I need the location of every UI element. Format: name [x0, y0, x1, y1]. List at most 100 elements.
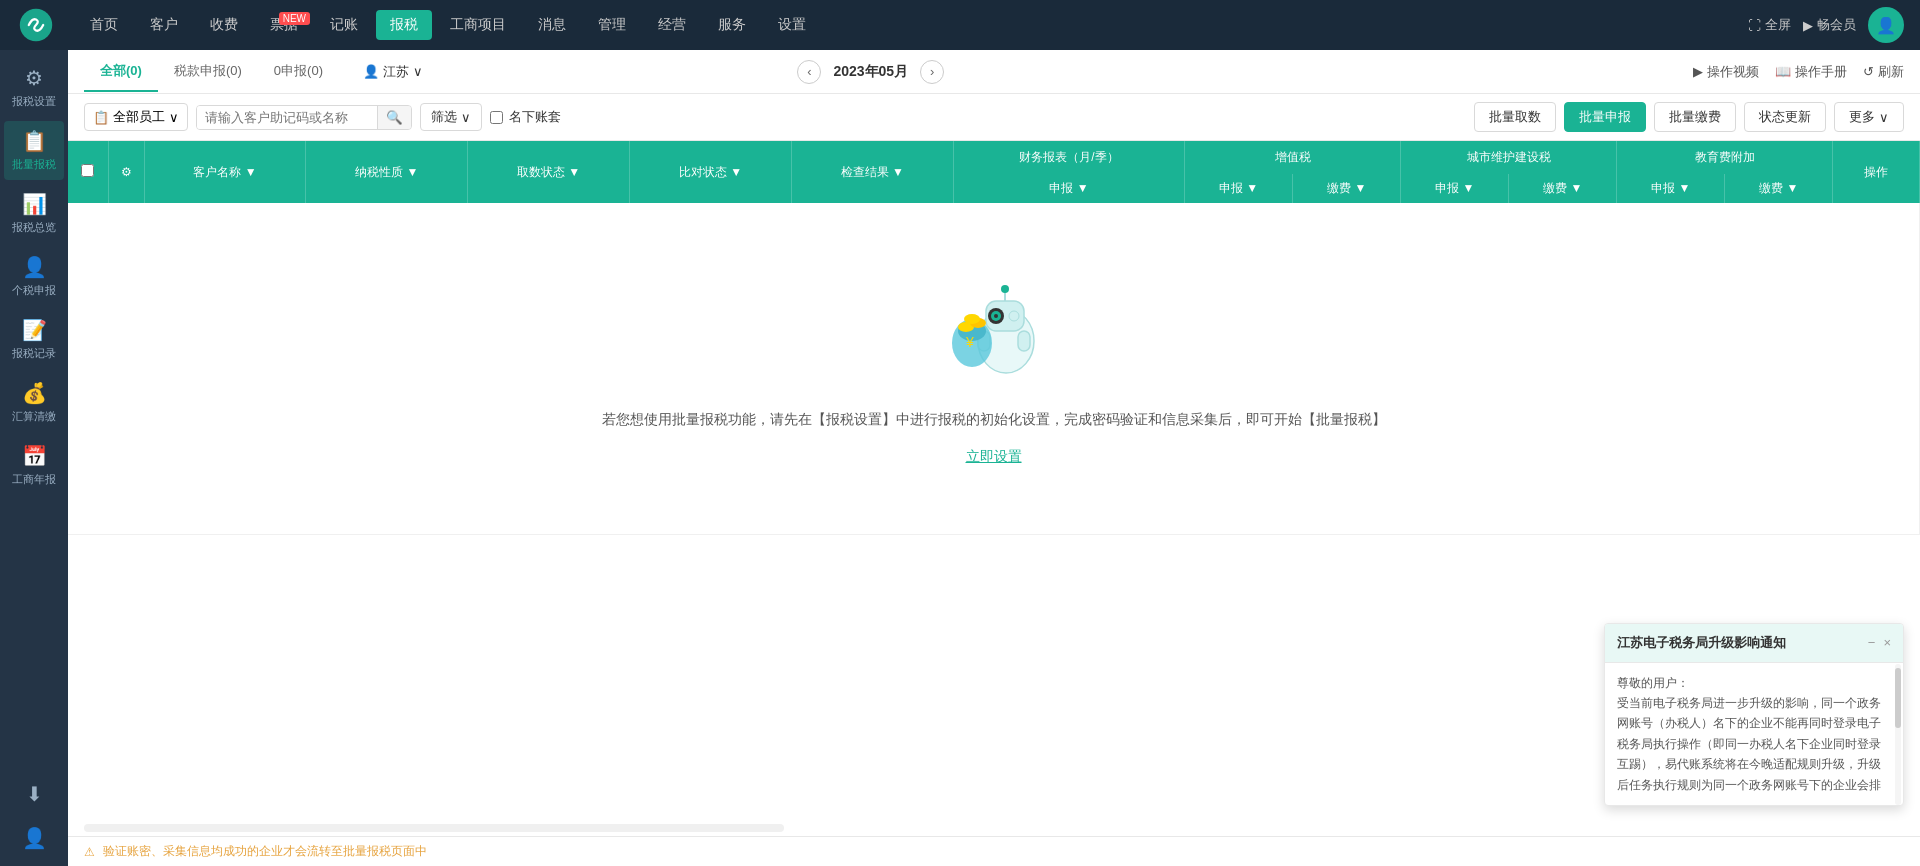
- fullscreen-btn[interactable]: ⛶ 全屏: [1748, 16, 1791, 34]
- avatar-icon: 👤: [1876, 16, 1896, 35]
- next-date-btn[interactable]: ›: [920, 60, 944, 84]
- user-avatar[interactable]: 👤: [1868, 7, 1904, 43]
- scroll-bar-area: [68, 820, 1920, 836]
- tabs-bar: 全部(0) 税款申报(0) 0申报(0) 👤 江苏 ∨ ‹ 2023年05月 ›: [68, 50, 1920, 94]
- accounts-checkbox-label[interactable]: 名下账套: [490, 108, 561, 126]
- member-icon: ▶: [1803, 18, 1813, 33]
- sidebar-item-batch-tax[interactable]: 📋 批量报税: [4, 121, 64, 180]
- sidebar-item-personal-tax-label: 个税申报: [12, 283, 56, 298]
- notification-minimize-icon[interactable]: −: [1868, 635, 1876, 650]
- settlement-icon: 💰: [22, 381, 47, 405]
- data-table: ⚙ 客户名称 ▼ 纳税性质 ▼ 取数状态 ▼ 比对状态 ▼ 检查结果 ▼ 财务报…: [68, 141, 1920, 535]
- search-box: 🔍: [196, 105, 412, 130]
- nav-customer[interactable]: 客户: [136, 10, 192, 40]
- download-icon: ⬇: [26, 782, 43, 806]
- nav-settings[interactable]: 设置: [764, 10, 820, 40]
- horizontal-scrollbar[interactable]: [84, 824, 784, 832]
- th-compare-status: 比对状态 ▼: [630, 141, 792, 203]
- nav-invoice[interactable]: 票据 NEW: [256, 10, 312, 40]
- filter-button[interactable]: 筛选 ∨: [420, 103, 482, 131]
- operation-video-btn[interactable]: ▶ 操作视频: [1693, 63, 1759, 81]
- sidebar-item-tax-settings[interactable]: ⚙ 报税设置: [4, 58, 64, 117]
- accounts-checkbox[interactable]: [490, 111, 503, 124]
- nav-business[interactable]: 工商项目: [436, 10, 520, 40]
- status-message: 验证账密、采集信息均成功的企业才会流转至批量报税页面中: [103, 843, 427, 860]
- nav-management[interactable]: 管理: [584, 10, 640, 40]
- current-date: 2023年05月: [833, 63, 908, 81]
- nav-operation[interactable]: 经营: [644, 10, 700, 40]
- batch-fetch-button[interactable]: 批量取数: [1474, 102, 1556, 132]
- top-navigation: 首页 客户 收费 票据 NEW 记账 报税 工商项目 消息 管理 经营 服务 设…: [0, 0, 1920, 50]
- notification-greeting: 尊敬的用户：: [1617, 673, 1891, 693]
- th-vat-declare: 申报 ▼: [1185, 174, 1293, 203]
- notification-close-icon[interactable]: ×: [1883, 635, 1891, 650]
- prev-date-btn[interactable]: ‹: [797, 60, 821, 84]
- nav-items: 首页 客户 收费 票据 NEW 记账 报税 工商项目 消息 管理 经营 服务 设…: [76, 10, 1748, 40]
- tab-all[interactable]: 全部(0): [84, 52, 158, 92]
- notification-title: 江苏电子税务局升级影响通知: [1617, 634, 1786, 652]
- more-button[interactable]: 更多 ∨: [1834, 102, 1904, 132]
- nav-home[interactable]: 首页: [76, 10, 132, 40]
- table-header-row: ⚙ 客户名称 ▼ 纳税性质 ▼ 取数状态 ▼ 比对状态 ▼ 检查结果 ▼ 财务报…: [68, 141, 1920, 174]
- empty-state-cell: ¥ 若您想使用批量报税功能，请先在【报税设置】中进行报税的初始化设置，完成密码验…: [68, 203, 1920, 535]
- status-update-button[interactable]: 状态更新: [1744, 102, 1826, 132]
- sidebar: ⚙ 报税设置 📋 批量报税 📊 报税总览 👤 个税申报 📝 报税记录 💰 汇算清…: [0, 50, 68, 866]
- status-bar: ⚠ 验证账密、采集信息均成功的企业才会流转至批量报税页面中: [68, 836, 1920, 866]
- employee-chevron-icon: ∨: [169, 110, 179, 125]
- video-icon: ▶: [1693, 64, 1703, 79]
- th-financial-report: 财务报表（月/季）: [953, 141, 1184, 174]
- sidebar-item-settlement-label: 汇算清缴: [12, 409, 56, 424]
- search-button[interactable]: 🔍: [377, 106, 411, 129]
- select-all-checkbox[interactable]: [81, 164, 94, 177]
- nav-service[interactable]: 服务: [704, 10, 760, 40]
- employee-filter[interactable]: 📋 全部员工 ∨: [84, 103, 188, 131]
- tab-tax-declaration[interactable]: 税款申报(0): [158, 52, 258, 92]
- sidebar-item-personal-tax[interactable]: 👤 个税申报: [4, 247, 64, 306]
- sidebar-item-tax-records[interactable]: 📝 报税记录: [4, 310, 64, 369]
- sidebar-bottom: ⬇ 👤: [4, 774, 64, 866]
- operation-manual-btn[interactable]: 📖 操作手册: [1775, 63, 1847, 81]
- empty-state: ¥ 若您想使用批量报税功能，请先在【报税设置】中进行报税的初始化设置，完成密码验…: [78, 211, 1909, 526]
- batch-pay-button[interactable]: 批量缴费: [1654, 102, 1736, 132]
- th-edu-pay: 缴费 ▼: [1725, 174, 1833, 203]
- sidebar-item-annual-report[interactable]: 📅 工商年报: [4, 436, 64, 495]
- filter-chevron-icon: ∨: [461, 110, 471, 125]
- sidebar-item-settlement[interactable]: 💰 汇算清缴: [4, 373, 64, 432]
- warning-icon: ⚠: [84, 845, 95, 859]
- svg-point-8: [1001, 285, 1009, 293]
- th-checkbox: [68, 141, 108, 203]
- sidebar-item-tax-settings-label: 报税设置: [12, 94, 56, 109]
- batch-declare-button[interactable]: 批量申报: [1564, 102, 1646, 132]
- refresh-btn[interactable]: ↺ 刷新: [1863, 63, 1904, 81]
- setup-link[interactable]: 立即设置: [966, 448, 1022, 466]
- member-btn[interactable]: ▶ 畅会员: [1803, 16, 1856, 34]
- tax-settings-icon: ⚙: [25, 66, 43, 90]
- refresh-icon: ↺: [1863, 64, 1874, 79]
- sidebar-item-tax-summary[interactable]: 📊 报税总览: [4, 184, 64, 243]
- robot-illustration: ¥: [934, 271, 1054, 391]
- nav-right: ⛶ 全屏 ▶ 畅会员 👤: [1748, 7, 1904, 43]
- batch-tax-icon: 📋: [22, 129, 47, 153]
- sidebar-item-user[interactable]: 👤: [4, 818, 64, 858]
- sidebar-item-annual-report-label: 工商年报: [12, 472, 56, 487]
- th-vat-pay: 缴费 ▼: [1293, 174, 1401, 203]
- tabs-right: ▶ 操作视频 📖 操作手册 ↺ 刷新: [1693, 63, 1904, 81]
- region-selector[interactable]: 👤 江苏 ∨: [363, 63, 423, 81]
- empty-message: 若您想使用批量报税功能，请先在【报税设置】中进行报税的初始化设置，完成密码验证和…: [602, 407, 1386, 432]
- notification-scrollbar-track[interactable]: [1895, 664, 1901, 805]
- notification-body: 尊敬的用户： 受当前电子税务局进一步升级的影响，同一个政务网账号（办税人）名下的…: [1605, 663, 1903, 805]
- search-input[interactable]: [197, 106, 377, 129]
- employee-icon: 📋: [93, 110, 109, 125]
- th-vat: 增值税: [1185, 141, 1401, 174]
- sidebar-item-tax-summary-label: 报税总览: [12, 220, 56, 235]
- sidebar-item-download[interactable]: ⬇: [4, 774, 64, 814]
- nav-bookkeeping[interactable]: 记账: [316, 10, 372, 40]
- svg-rect-10: [1018, 331, 1030, 351]
- tab-zero-declaration[interactable]: 0申报(0): [258, 52, 339, 92]
- app-logo[interactable]: [16, 5, 56, 45]
- nav-message[interactable]: 消息: [524, 10, 580, 40]
- tax-records-icon: 📝: [22, 318, 47, 342]
- nav-tax[interactable]: 报税: [376, 10, 432, 40]
- svg-point-5: [994, 314, 998, 318]
- nav-billing[interactable]: 收费: [196, 10, 252, 40]
